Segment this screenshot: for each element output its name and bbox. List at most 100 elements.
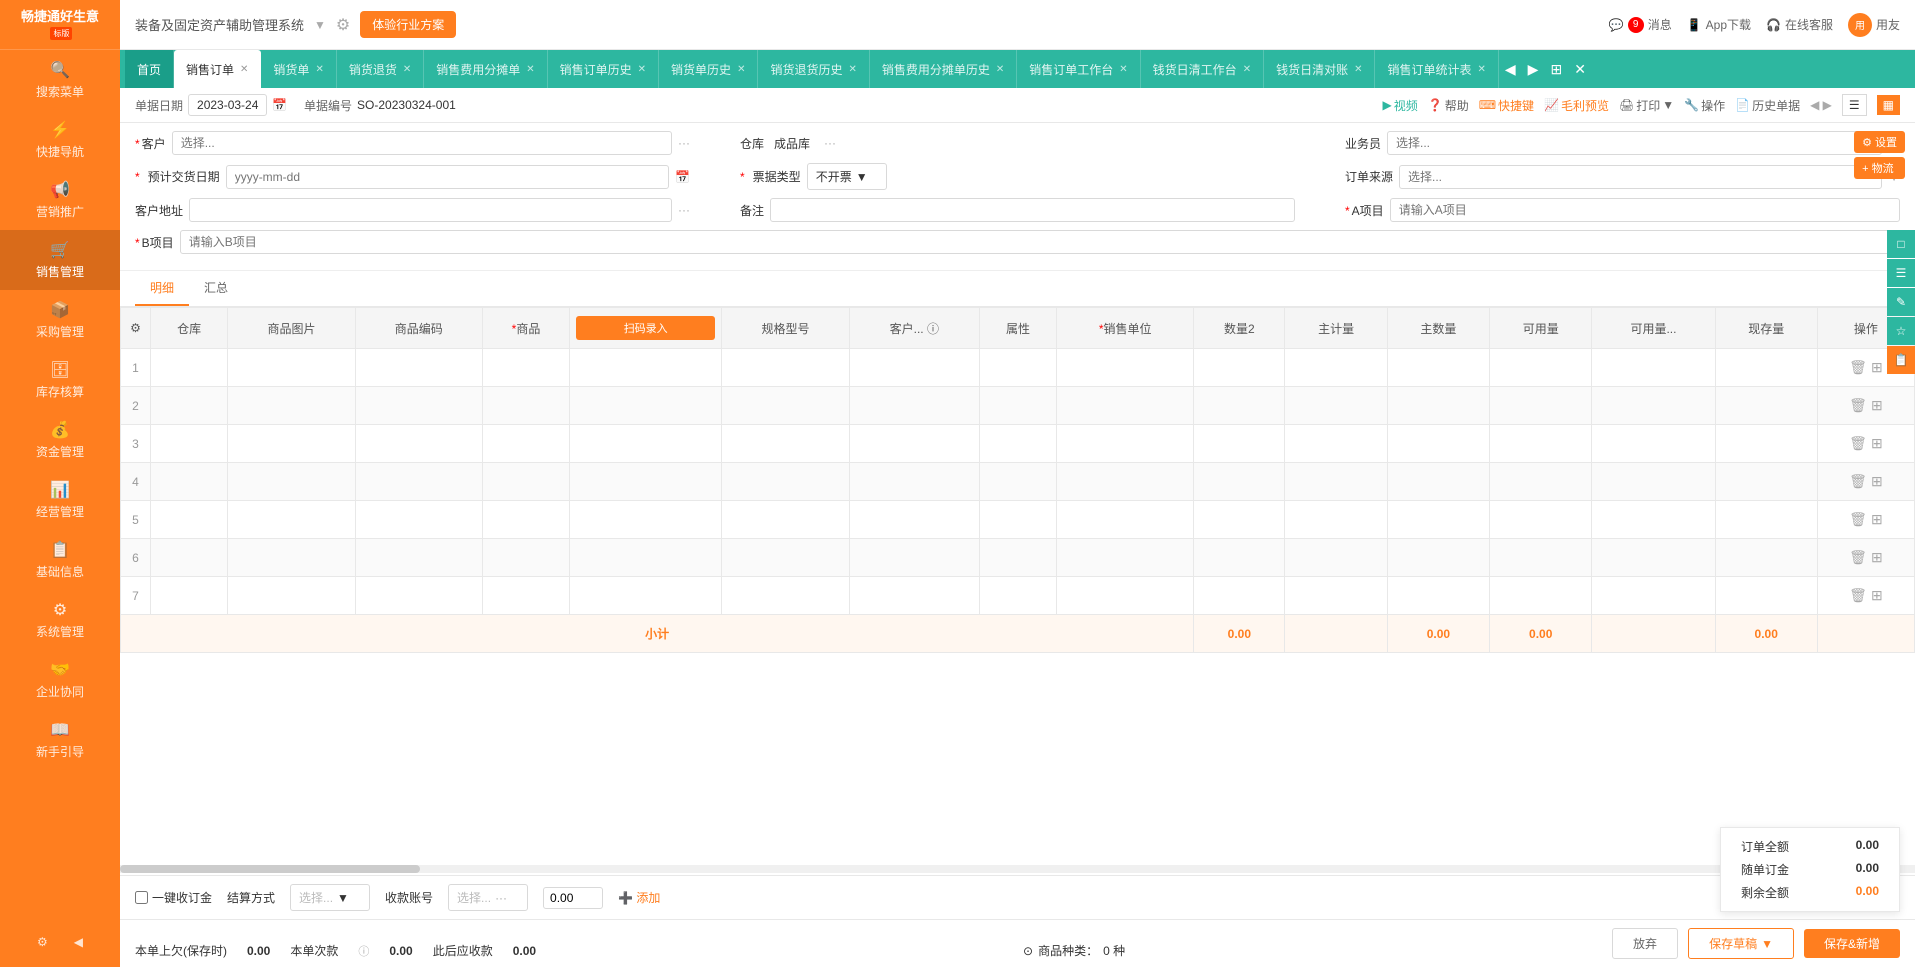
row-3-copy-icon[interactable]: ⊞ [1871, 435, 1883, 452]
tab-cash-reconcile[interactable]: 钱货日清对账 ✕ [1264, 50, 1375, 88]
tab-prev-btn[interactable]: ◀ [1499, 61, 1522, 78]
tab-order-workbench[interactable]: 销售订单工作台 ✕ [1017, 50, 1140, 88]
col-settings[interactable]: ⚙ [121, 308, 151, 349]
tab-summary[interactable]: 汇总 [189, 271, 243, 306]
row-1-product[interactable] [482, 349, 569, 387]
date-value[interactable]: 2023-03-24 [188, 94, 267, 116]
view-btn[interactable]: ▶ 视频 [1382, 97, 1417, 114]
customer-more[interactable]: ··· [678, 136, 690, 150]
row-2-available-alt[interactable] [1592, 387, 1715, 425]
tab-sales-order-close[interactable]: ✕ [240, 64, 248, 75]
sidebar-item-marketing[interactable]: 📢 营销推广 [0, 170, 120, 230]
row-3-delete-icon[interactable]: 🗑 [1849, 435, 1867, 452]
right-action-1[interactable]: □ [1887, 230, 1915, 258]
operation-btn[interactable]: 🔧 操作 [1684, 97, 1725, 114]
a-project-input[interactable] [1390, 198, 1900, 222]
sidebar-collapse-btn[interactable]: ◀ [66, 927, 91, 957]
customer-address-input[interactable] [189, 198, 672, 222]
row-3-warehouse[interactable] [151, 425, 228, 463]
row-3-qty2[interactable] [1194, 425, 1285, 463]
tab-order-stats-close[interactable]: ✕ [1478, 64, 1486, 75]
sidebar-item-operations[interactable]: 📊 经营管理 [0, 470, 120, 530]
row-4-delete-icon[interactable]: 🗑 [1849, 473, 1867, 490]
tab-order-workbench-close[interactable]: ✕ [1119, 64, 1127, 75]
tab-sales-return[interactable]: 销货退货 ✕ [337, 50, 424, 88]
row-1-available[interactable] [1490, 349, 1592, 387]
right-action-2[interactable]: ☰ [1887, 259, 1915, 287]
row-5-delete-icon[interactable]: 🗑 [1849, 511, 1867, 528]
solution-btn[interactable]: 体验行业方案 [360, 11, 456, 38]
row-2-main-measure[interactable] [1285, 387, 1387, 425]
row-2-scan[interactable] [570, 387, 722, 425]
row-2-spec[interactable] [722, 387, 849, 425]
print-btn[interactable]: 🖨 打印 ▼ [1619, 97, 1674, 114]
sidebar-item-system[interactable]: ⚙ 系统管理 [0, 590, 120, 650]
row-3-sales-unit[interactable] [1057, 425, 1194, 463]
tab-expense-history[interactable]: 销售费用分摊单历史 ✕ [870, 50, 1017, 88]
row-3-available-alt[interactable] [1592, 425, 1715, 463]
right-action-4[interactable]: ☆ [1887, 317, 1915, 345]
column-settings-btn[interactable]: ⚙ 设置 [1854, 131, 1905, 153]
invoice-type-select[interactable]: 不开票 ▼ [807, 163, 887, 190]
tab-sales-order[interactable]: 销售订单 ✕ [174, 50, 261, 88]
row-2-delete-icon[interactable]: 🗑 [1849, 397, 1867, 414]
amount-input[interactable] [543, 887, 603, 909]
row-3-customer-ref[interactable] [849, 425, 979, 463]
row-7-delete-icon[interactable]: 🗑 [1849, 587, 1867, 604]
row-4-copy-icon[interactable]: ⊞ [1871, 473, 1883, 490]
scrollbar-thumb[interactable] [120, 865, 420, 873]
order-source-input[interactable] [1399, 165, 1882, 189]
settings-gear-icon[interactable]: ⚙ [336, 15, 350, 35]
row-2-customer-ref[interactable] [849, 387, 979, 425]
sidebar-item-sales[interactable]: 🛒 销售管理 [0, 230, 120, 290]
list-view-btn[interactable]: ☰ [1842, 94, 1867, 116]
warehouse-more[interactable]: ··· [824, 136, 836, 150]
row-1-attribute[interactable] [979, 349, 1056, 387]
tab-sales-return-close[interactable]: ✕ [403, 64, 411, 75]
row-1-delete-icon[interactable]: 🗑 [1849, 359, 1867, 376]
col-scan[interactable]: 扫码录入 [570, 308, 722, 349]
sidebar-item-purchase[interactable]: 📦 采购管理 [0, 290, 120, 350]
sidebar-item-search[interactable]: 🔍 搜索菜单 [0, 50, 120, 110]
customer-input[interactable] [172, 131, 672, 155]
lower-info-icon[interactable]: ⓘ [358, 943, 369, 959]
row-5-copy-icon[interactable]: ⊞ [1871, 511, 1883, 528]
message-center[interactable]: 💬 💬 9 消息 [1609, 16, 1672, 33]
row-2-main-qty[interactable] [1387, 387, 1489, 425]
row-3-stock[interactable] [1715, 425, 1817, 463]
tab-expand-btn[interactable]: ⊞ [1544, 61, 1568, 78]
horizontal-scrollbar[interactable] [120, 865, 1915, 873]
receipt-account-more[interactable]: ··· [495, 891, 507, 905]
save-draft-dropdown-icon[interactable]: ▼ [1761, 937, 1773, 951]
help-btn[interactable]: ❓ 帮助 [1428, 97, 1469, 114]
remark-input[interactable] [770, 198, 1295, 222]
row-2-stock[interactable] [1715, 387, 1817, 425]
row-1-main-qty[interactable] [1387, 349, 1489, 387]
tab-next-btn[interactable]: ▶ [1522, 61, 1545, 78]
row-3-available[interactable] [1490, 425, 1592, 463]
tab-sales-expense[interactable]: 销售费用分摊单 ✕ [424, 50, 547, 88]
row-1-stock[interactable] [1715, 349, 1817, 387]
row-1-qty2[interactable] [1194, 349, 1285, 387]
online-service-btn[interactable]: 🎧 在线客服 [1766, 16, 1833, 33]
row-2-attribute[interactable] [979, 387, 1056, 425]
tab-home[interactable]: 首页 [125, 50, 174, 88]
row-2-image[interactable] [228, 387, 355, 425]
tab-order-history[interactable]: 销售订单历史 ✕ [548, 50, 659, 88]
row-1-scan[interactable] [570, 349, 722, 387]
salesperson-input[interactable] [1387, 131, 1882, 155]
row-1-sku[interactable] [355, 349, 482, 387]
delivery-date-input[interactable] [226, 165, 669, 189]
row-1-spec[interactable] [722, 349, 849, 387]
tab-order-stats[interactable]: 销售订单统计表 ✕ [1375, 50, 1498, 88]
tab-receipt-history[interactable]: 销货单历史 ✕ [659, 50, 758, 88]
row-1-sales-unit[interactable] [1057, 349, 1194, 387]
sidebar-item-guide[interactable]: 📖 新手引导 [0, 710, 120, 770]
row-2-copy-icon[interactable]: ⊞ [1871, 397, 1883, 414]
row-1-copy-icon[interactable]: ⊞ [1871, 359, 1883, 376]
add-logistics-btn[interactable]: + 物流 [1854, 157, 1905, 179]
row-2-product[interactable] [482, 387, 569, 425]
row-3-product[interactable] [482, 425, 569, 463]
delivery-date-calendar-icon[interactable]: 📅 [675, 170, 690, 184]
row-3-attribute[interactable] [979, 425, 1056, 463]
